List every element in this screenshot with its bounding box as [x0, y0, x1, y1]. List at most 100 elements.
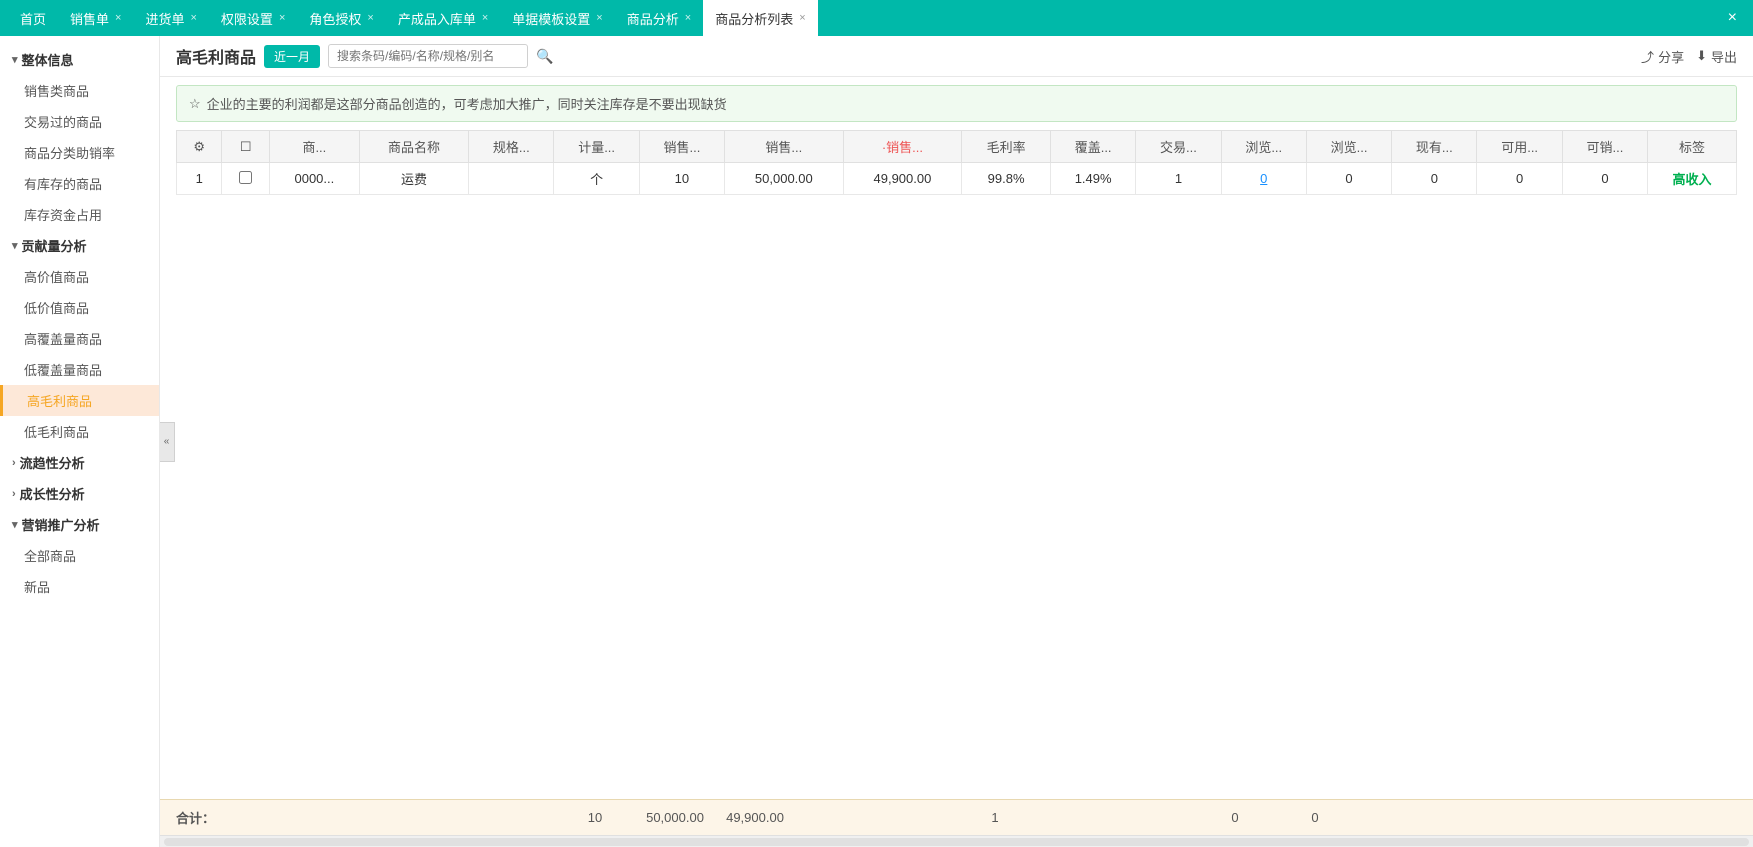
export-icon: ⬇: [1696, 48, 1707, 64]
content-area: « 高毛利商品 近一月 🔍 ⤴ 分享 ⬇ 导出 ☆ 企业的主要的利润都是这部分商…: [160, 36, 1753, 847]
nav-product-in-label: 产成品入库单: [398, 9, 476, 28]
sidebar-item-stock-fund[interactable]: 库存资金占用: [0, 199, 159, 230]
nav-template[interactable]: 单据模板设置 ×: [500, 0, 614, 36]
scroll-track[interactable]: [164, 838, 1749, 846]
col-available[interactable]: 可用...: [1477, 131, 1562, 163]
sidebar-item-high-coverage[interactable]: 高覆盖量商品: [0, 323, 159, 354]
export-button[interactable]: ⬇ 导出: [1696, 47, 1737, 66]
nav-template-label: 单据模板设置: [512, 9, 590, 28]
col-sale-profit[interactable]: ·销售...: [843, 131, 962, 163]
nav-permission-label: 权限设置: [221, 9, 273, 28]
footer-transaction: 1: [955, 810, 1035, 825]
nav-product-in-close[interactable]: ×: [482, 12, 488, 24]
arrow-icon-4: ›: [12, 488, 16, 500]
nav-sales[interactable]: 销售单 ×: [58, 0, 133, 36]
sidebar-item-sales-goods[interactable]: 销售类商品: [0, 75, 159, 106]
footer-available: 0: [1275, 810, 1355, 825]
col-browse2[interactable]: 浏览...: [1306, 131, 1391, 163]
horizontal-scrollbar[interactable]: [160, 835, 1753, 847]
table-row: 1 0000... 运费 个 10 50,000.00 49,900.00 99…: [177, 163, 1737, 195]
sidebar-item-low-coverage[interactable]: 低覆盖量商品: [0, 354, 159, 385]
nav-home[interactable]: 首页: [8, 0, 58, 36]
cell-browse2: 0: [1306, 163, 1391, 195]
nav-close-all[interactable]: ×: [1720, 9, 1745, 27]
cell-checkbox[interactable]: [222, 163, 270, 195]
col-code[interactable]: 商...: [269, 131, 359, 163]
page-title: 高毛利商品: [176, 44, 256, 68]
nav-sales-close[interactable]: ×: [115, 12, 121, 24]
col-sellable[interactable]: 可销...: [1562, 131, 1647, 163]
nav-purchase-close[interactable]: ×: [190, 12, 196, 24]
search-button[interactable]: 🔍: [536, 48, 553, 65]
sidebar-item-low-margin[interactable]: 低毛利商品: [0, 416, 159, 447]
header-actions: ⤴ 分享 ⬇ 导出: [1641, 47, 1737, 66]
footer-browse1: [1035, 810, 1115, 825]
nav-role-label: 角色授权: [309, 9, 361, 28]
sidebar-group-overview[interactable]: ▾ 整体信息: [0, 44, 159, 75]
nav-role-close[interactable]: ×: [367, 12, 373, 24]
footer-gross-rate: [795, 810, 875, 825]
nav-analysis-close[interactable]: ×: [685, 12, 691, 24]
sidebar-item-all-goods[interactable]: 全部商品: [0, 540, 159, 571]
table-header-row: ⚙ ☐ 商... 商品名称 规格... 计量... 销售... 销售... ·销…: [177, 131, 1737, 163]
nav-permission[interactable]: 权限设置 ×: [209, 0, 297, 36]
col-tag[interactable]: 标签: [1648, 131, 1737, 163]
nav-role[interactable]: 角色授权 ×: [297, 0, 385, 36]
col-gross-rate[interactable]: 毛利率: [962, 131, 1051, 163]
sidebar-item-in-stock[interactable]: 有库存的商品: [0, 168, 159, 199]
sidebar-item-low-value[interactable]: 低价值商品: [0, 292, 159, 323]
col-current-stock[interactable]: 现有...: [1392, 131, 1477, 163]
cell-code: 0000...: [269, 163, 359, 195]
nav-analysis[interactable]: 商品分析 ×: [615, 0, 703, 36]
sidebar-group-growth[interactable]: › 成长性分析: [0, 478, 159, 509]
arrow-icon: ▾: [12, 53, 18, 66]
col-browse1[interactable]: 浏览...: [1221, 131, 1306, 163]
col-sale-qty[interactable]: 销售...: [639, 131, 724, 163]
sidebar-item-traded-goods[interactable]: 交易过的商品: [0, 106, 159, 137]
sidebar-group-contribution[interactable]: ▾ 贡献量分析: [0, 230, 159, 261]
cell-sellable: 0: [1562, 163, 1647, 195]
main-area: ▾ 整体信息 销售类商品 交易过的商品 商品分类助销率 有库存的商品 库存资金占…: [0, 36, 1753, 847]
info-banner-text: 企业的主要的利润都是这部分商品创造的，可考虑加大推广，同时关注库存是不要出现缺货: [207, 94, 727, 113]
nav-analysis-list-close[interactable]: ×: [799, 12, 805, 24]
nav-product-in[interactable]: 产成品入库单 ×: [386, 0, 500, 36]
table-container: ⚙ ☐ 商... 商品名称 规格... 计量... 销售... 销售... ·销…: [160, 130, 1753, 799]
footer-label: 合计：: [176, 808, 215, 827]
sidebar-group-overview-label: 整体信息: [22, 50, 74, 69]
col-coverage[interactable]: 覆盖...: [1050, 131, 1135, 163]
col-settings[interactable]: ⚙: [177, 131, 222, 163]
cell-browse1[interactable]: 0: [1221, 163, 1306, 195]
nav-analysis-list[interactable]: 商品分析列表 ×: [703, 0, 817, 36]
nav-purchase-label: 进货单: [145, 9, 184, 28]
row-checkbox[interactable]: [239, 171, 252, 184]
search-input[interactable]: [328, 44, 528, 68]
cell-available: 0: [1477, 163, 1562, 195]
nav-purchase[interactable]: 进货单 ×: [133, 0, 208, 36]
share-button[interactable]: ⤴ 分享: [1641, 47, 1684, 66]
date-filter-button[interactable]: 近一月: [264, 45, 320, 68]
cell-gross-rate: 99.8%: [962, 163, 1051, 195]
footer-sale-qty: 10: [555, 810, 635, 825]
arrow-icon-2: ▾: [12, 239, 18, 252]
footer-coverage: [875, 810, 955, 825]
sidebar-collapse-btn[interactable]: «: [160, 422, 175, 462]
col-transaction[interactable]: 交易...: [1136, 131, 1221, 163]
col-spec[interactable]: 规格...: [469, 131, 554, 163]
nav-permission-close[interactable]: ×: [279, 12, 285, 24]
sidebar-item-new-goods[interactable]: 新品: [0, 571, 159, 602]
sidebar-group-marketing[interactable]: ▾ 营销推广分析: [0, 509, 159, 540]
col-checkbox[interactable]: ☐: [222, 131, 270, 163]
sidebar-group-trend[interactable]: › 流趋性分析: [0, 447, 159, 478]
nav-template-close[interactable]: ×: [596, 12, 602, 24]
col-unit[interactable]: 计量...: [554, 131, 639, 163]
sidebar-item-category-rate[interactable]: 商品分类助销率: [0, 137, 159, 168]
sidebar-item-high-value[interactable]: 高价值商品: [0, 261, 159, 292]
col-sale-amt[interactable]: 销售...: [725, 131, 844, 163]
sidebar-item-high-margin[interactable]: 高毛利商品: [0, 385, 159, 416]
cell-current-stock: 0: [1392, 163, 1477, 195]
footer-values: 10 50,000.00 49,900.00 1 0 0: [235, 810, 1737, 825]
footer-browse2: [1115, 810, 1195, 825]
arrow-icon-3: ›: [12, 457, 16, 469]
nav-home-label: 首页: [20, 9, 46, 28]
col-name[interactable]: 商品名称: [359, 131, 468, 163]
